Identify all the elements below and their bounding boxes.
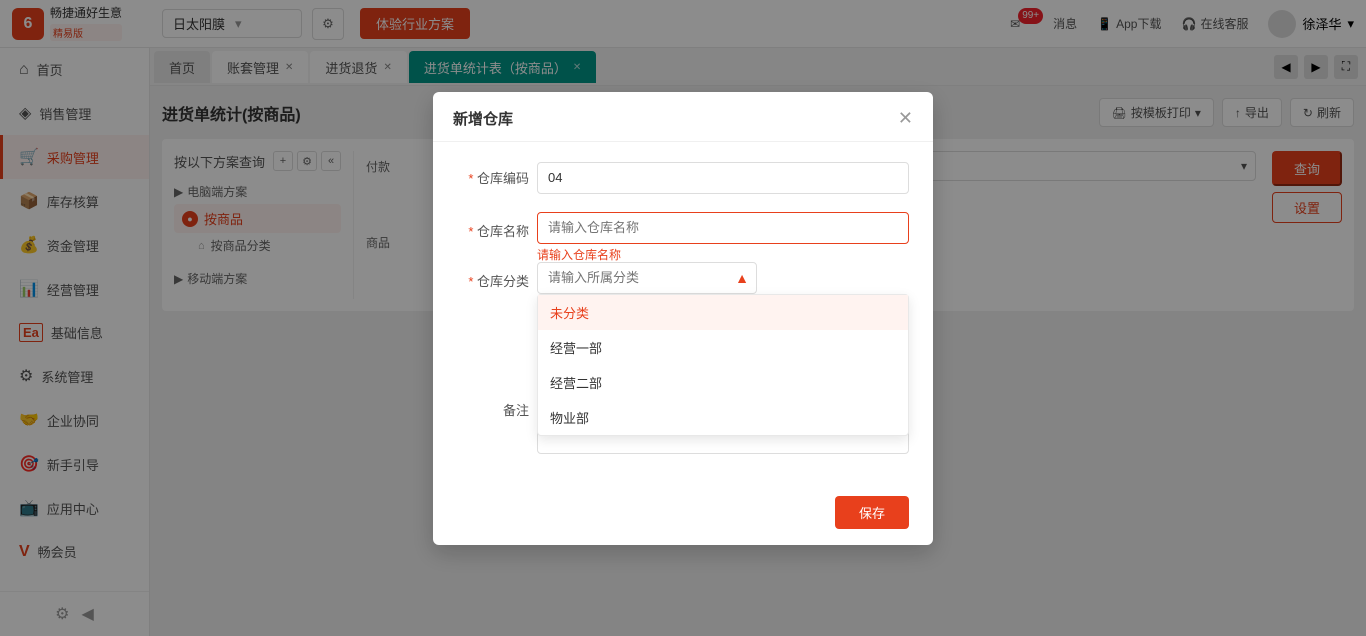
name-label: 仓库名称 bbox=[457, 215, 537, 240]
dropdown-item-property[interactable]: 物业部 bbox=[538, 400, 908, 435]
dialog-footer: 保存 bbox=[433, 488, 933, 545]
dropdown-item-ops1[interactable]: 经营一部 bbox=[538, 330, 908, 365]
category-select-wrap: ▲ bbox=[537, 262, 757, 294]
category-dropdown: 未分类 经营一部 经营二部 物业部 bbox=[537, 294, 909, 436]
code-input[interactable] bbox=[537, 162, 909, 194]
dropdown-item-uncategorized[interactable]: 未分类 bbox=[538, 295, 908, 330]
name-field-row: 仓库名称 请输入仓库名称 bbox=[457, 212, 909, 244]
dialog-body: 仓库编码 仓库名称 请输入仓库名称 仓库分类 ▲ bbox=[433, 142, 933, 488]
code-label: 仓库编码 bbox=[457, 162, 537, 187]
dropdown-item-ops2[interactable]: 经营二部 bbox=[538, 365, 908, 400]
save-button[interactable]: 保存 bbox=[835, 496, 909, 529]
new-warehouse-dialog: 新增仓库 ✕ 仓库编码 仓库名称 请输入仓库名称 仓库分类 bbox=[433, 92, 933, 545]
dialog-header: 新增仓库 ✕ bbox=[433, 92, 933, 142]
dialog-overlay[interactable]: 新增仓库 ✕ 仓库编码 仓库名称 请输入仓库名称 仓库分类 bbox=[0, 0, 1366, 636]
category-input[interactable] bbox=[537, 262, 757, 294]
name-input[interactable] bbox=[537, 212, 909, 244]
note-label: 备注 bbox=[457, 394, 537, 419]
category-field-row: 仓库分类 ▲ 未分类 经营一部 经营二部 物业部 bbox=[457, 262, 909, 294]
name-error-message: 请输入仓库名称 bbox=[537, 246, 621, 263]
dialog-title: 新增仓库 bbox=[453, 108, 513, 129]
code-field-row: 仓库编码 bbox=[457, 162, 909, 194]
category-label: 仓库分类 bbox=[457, 265, 537, 290]
dialog-close-button[interactable]: ✕ bbox=[898, 108, 913, 129]
